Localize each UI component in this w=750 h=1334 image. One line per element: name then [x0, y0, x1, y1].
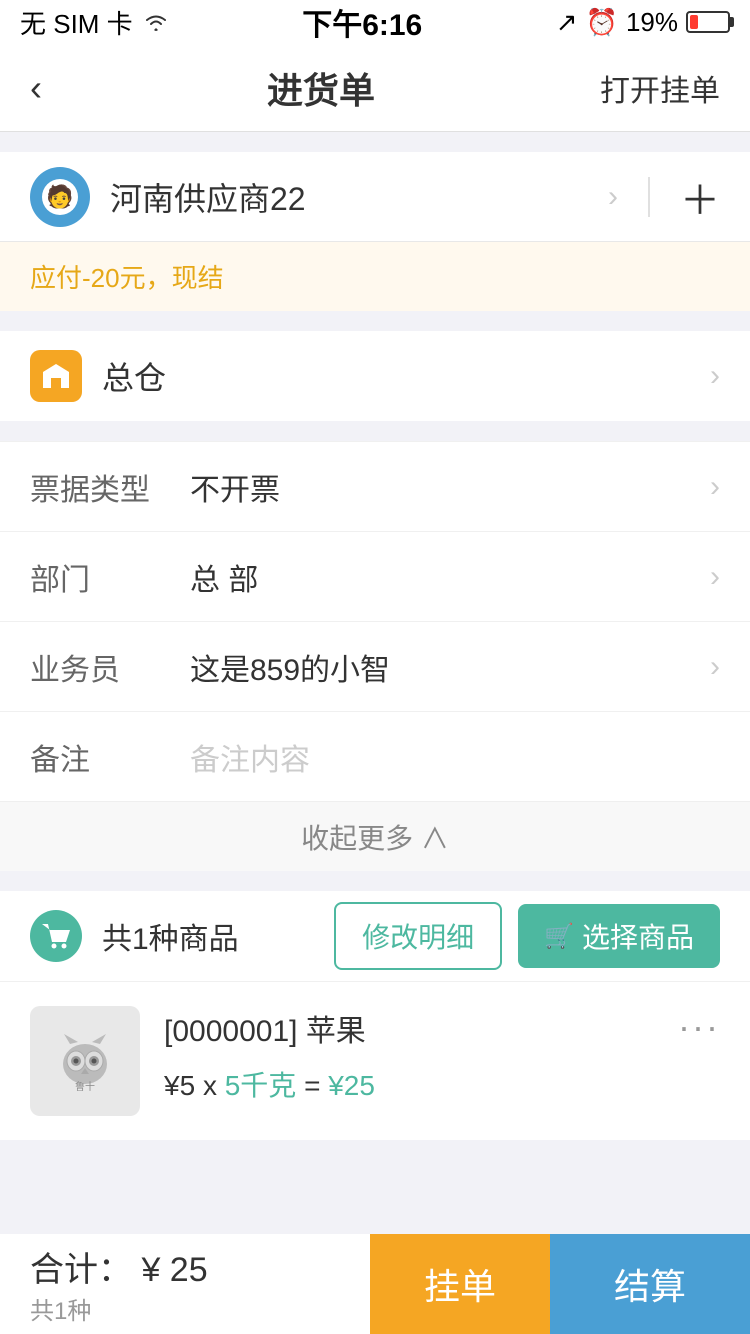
invoice-value: 不开票	[170, 465, 710, 509]
svg-text:鲁十: 鲁十	[75, 1080, 95, 1093]
carrier-text: 无 SIM 卡	[20, 4, 133, 41]
dept-arrow-icon: ›	[710, 560, 720, 594]
remark-input[interactable]: 备注内容	[170, 735, 720, 779]
warehouse-icon	[30, 350, 82, 402]
owl-logo: 鲁十	[50, 1026, 120, 1096]
section-gap-3	[0, 421, 750, 441]
total-amount: 合计： ¥ 25	[30, 1242, 370, 1291]
remark-label: 备注	[30, 735, 170, 779]
product-code: [0000001]	[164, 1015, 297, 1048]
status-left: 无 SIM 卡	[20, 4, 169, 41]
equals-sign: =	[304, 1070, 328, 1101]
time-display: 下午6:16	[302, 0, 422, 44]
dept-label: 部门	[30, 555, 170, 599]
back-button[interactable]: ‹	[30, 67, 42, 109]
status-right: ↗ ⏰ 19%	[556, 7, 730, 38]
select-btn-label: 选择商品	[582, 916, 694, 956]
notice-text: 应付-20元，现结	[30, 263, 224, 293]
sales-value: 这是859的小智	[170, 645, 710, 689]
warehouse-svg-icon	[41, 362, 71, 390]
supplier-avatar: 🧑	[30, 167, 90, 227]
supplier-arrow-icon: ›	[608, 180, 618, 214]
dept-row[interactable]: 部门 总 部 ›	[0, 531, 750, 621]
add-supplier-button[interactable]: ＋	[680, 168, 720, 226]
sales-arrow-icon: ›	[710, 650, 720, 684]
product-info: [0000001] 苹果 ¥5 x 5千克 = ¥25	[164, 1006, 678, 1104]
hang-label: 挂单	[424, 1258, 496, 1310]
avatar-inner: 🧑	[42, 179, 78, 215]
edit-detail-button[interactable]: 修改明细	[334, 902, 502, 970]
collapse-text: 收起更多 ∧	[301, 817, 449, 857]
warehouse-row[interactable]: 总仓 ›	[0, 331, 750, 421]
section-gap-1	[0, 132, 750, 152]
nav-bar: ‹ 进货单 打开挂单	[0, 44, 750, 132]
count-label: 共1种	[30, 1291, 370, 1326]
product-title: 苹果	[306, 1015, 366, 1048]
product-name: [0000001] 苹果	[164, 1006, 678, 1050]
dept-value: 总 部	[170, 555, 710, 599]
section-gap-4	[0, 871, 750, 891]
total-value: ¥ 25	[141, 1251, 207, 1289]
form-section: 票据类型 不开票 › 部门 总 部 › 业务员 这是859的小智 › 备注 备注…	[0, 441, 750, 801]
checkout-label: 结算	[614, 1258, 686, 1310]
supplier-row[interactable]: 🧑 河南供应商22 › ＋	[0, 152, 750, 242]
multiply-sign: x	[203, 1070, 225, 1101]
select-icon: 🛒	[544, 922, 574, 951]
product-price-row: ¥5 x 5千克 = ¥25	[164, 1064, 678, 1104]
quantity-text: 5千克	[225, 1070, 297, 1101]
avatar-face: 🧑	[46, 184, 73, 210]
warehouse-arrow-icon: ›	[710, 359, 720, 393]
status-bar: 无 SIM 卡 下午6:16 ↗ ⏰ 19%	[0, 0, 750, 44]
hang-button[interactable]: 挂单	[370, 1234, 550, 1334]
warehouse-name: 总仓	[102, 353, 710, 399]
supplier-section: 🧑 河南供应商22 › ＋ 应付-20元，现结	[0, 152, 750, 311]
product-item: 鲁十 [0000001] 苹果 ¥5 x 5千克 = ¥25 ···	[0, 981, 750, 1140]
product-thumbnail: 鲁十	[30, 1006, 140, 1116]
page-title: 进货单	[267, 62, 375, 114]
more-icon: ···	[678, 1006, 720, 1048]
battery-icon	[686, 11, 730, 33]
invoice-arrow-icon: ›	[710, 470, 720, 504]
wifi-icon	[143, 12, 169, 32]
product-more-button[interactable]: ···	[678, 1006, 720, 1048]
sales-label: 业务员	[30, 645, 170, 689]
checkout-button[interactable]: 结算	[550, 1234, 750, 1334]
select-product-button[interactable]: 🛒 选择商品	[518, 904, 720, 968]
total-text: ¥25	[328, 1070, 375, 1101]
collapse-bar[interactable]: 收起更多 ∧	[0, 801, 750, 871]
invoice-row[interactable]: 票据类型 不开票 ›	[0, 441, 750, 531]
product-count-text: 共1种商品	[102, 914, 334, 958]
alarm-icon: ⏰	[586, 7, 618, 38]
total-label: 合计：	[30, 1251, 132, 1289]
battery-percent: 19%	[626, 7, 678, 38]
location-icon: ↗	[556, 7, 578, 38]
products-header: 共1种商品 修改明细 🛒 选择商品	[0, 891, 750, 981]
open-hang-button[interactable]: 打开挂单	[600, 66, 720, 110]
warehouse-section: 总仓 ›	[0, 331, 750, 421]
supplier-divider	[648, 177, 650, 217]
product-count-icon	[30, 910, 82, 962]
notice-bar: 应付-20元，现结	[0, 242, 750, 311]
cart-icon	[40, 922, 72, 950]
supplier-name: 河南供应商22	[110, 174, 608, 220]
sales-row[interactable]: 业务员 这是859的小智 ›	[0, 621, 750, 711]
summary-total: 合计： ¥ 25 共1种	[0, 1242, 370, 1326]
products-section: 共1种商品 修改明细 🛒 选择商品	[0, 891, 750, 1140]
invoice-label: 票据类型	[30, 465, 170, 509]
bottom-bar: 合计： ¥ 25 共1种 挂单 结算	[0, 1234, 750, 1334]
remark-row[interactable]: 备注 备注内容	[0, 711, 750, 801]
price-text: ¥5	[164, 1070, 195, 1101]
section-gap-2	[0, 311, 750, 331]
